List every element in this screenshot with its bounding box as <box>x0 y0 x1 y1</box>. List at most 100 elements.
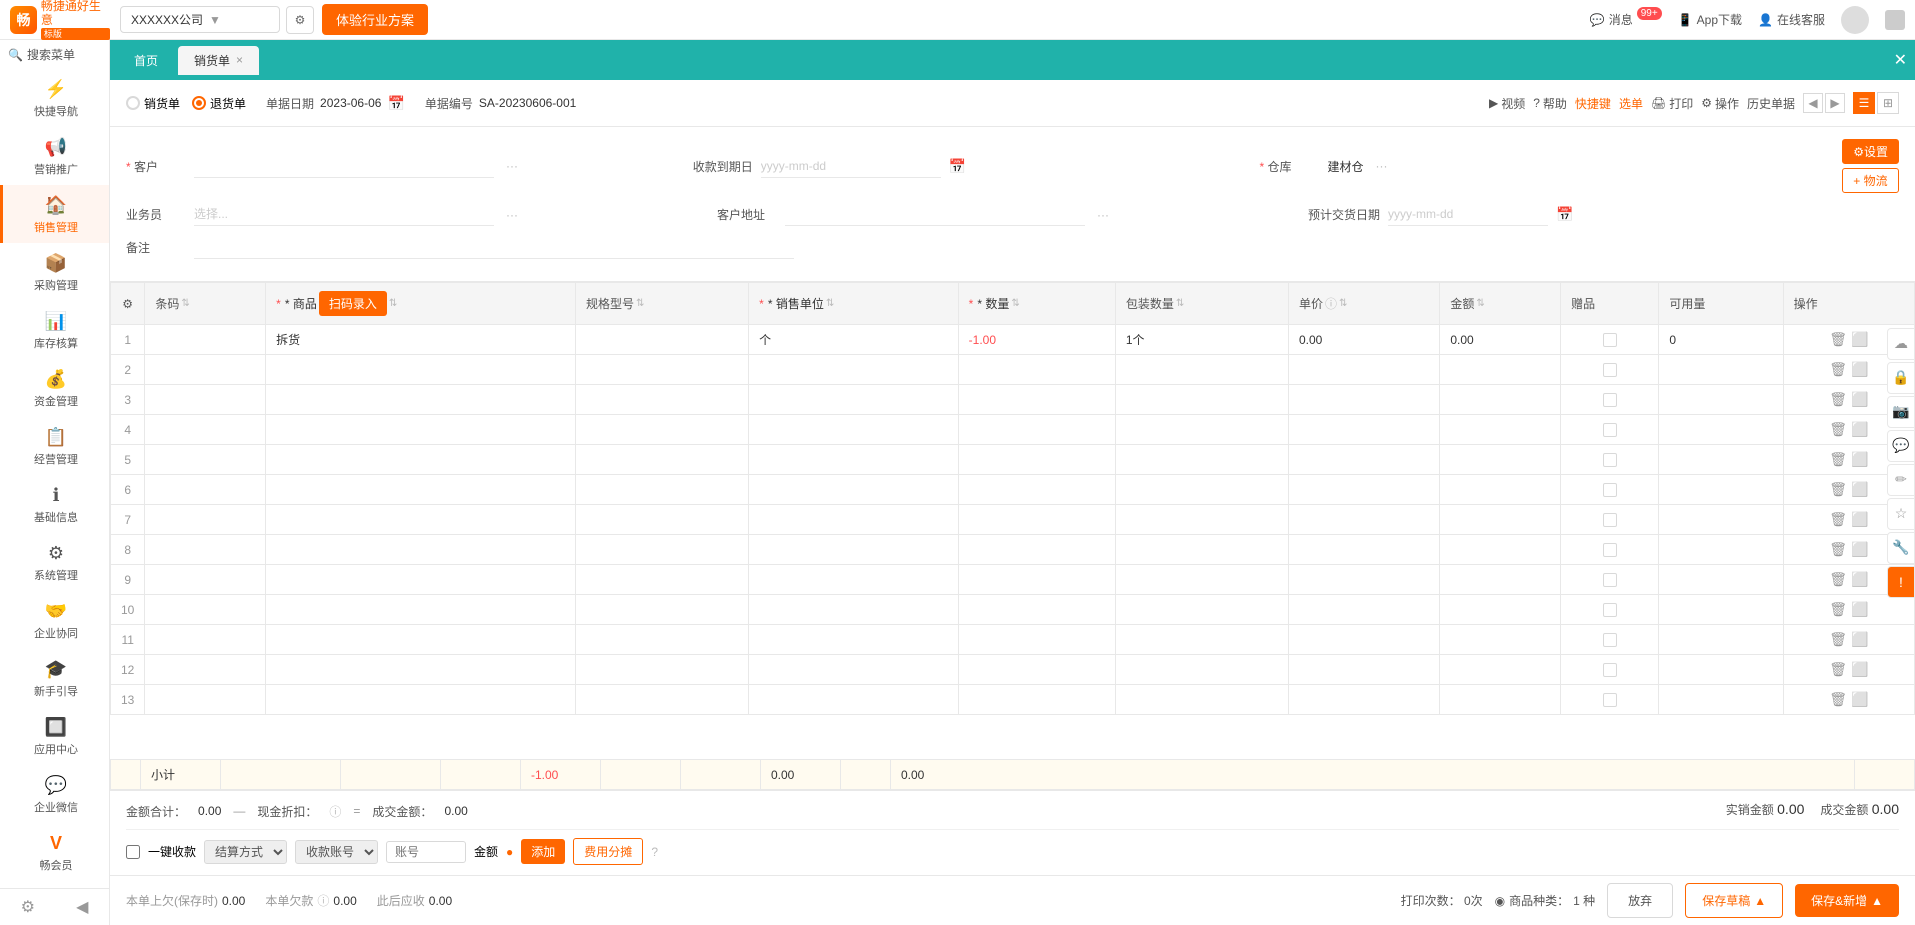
tab-close-icon[interactable]: × <box>236 53 243 67</box>
sidebar-item-guide[interactable]: 🎓 新手引导 <box>0 649 109 707</box>
copy-icon-12[interactable]: ⬜ <box>1851 691 1868 708</box>
spec-cell-12[interactable] <box>576 685 749 715</box>
right-tool-star[interactable]: ☆ <box>1887 498 1915 530</box>
product-cell-4[interactable] <box>266 445 576 475</box>
gift-cell-8[interactable] <box>1561 565 1659 595</box>
amount-cell-8[interactable] <box>1440 565 1561 595</box>
salesperson-dots[interactable]: ··· <box>506 208 518 222</box>
amount-cell-4[interactable] <box>1440 445 1561 475</box>
sidebar-item-apps[interactable]: 🔲 应用中心 <box>0 707 109 765</box>
spec-cell-8[interactable] <box>576 565 749 595</box>
next-arrow[interactable]: ▶ <box>1825 93 1845 113</box>
table-wrapper[interactable]: ⚙ 条码 ⇅ * * 商 <box>110 282 1915 759</box>
product-cell-10[interactable] <box>266 625 576 655</box>
save-new-button[interactable]: 保存&新增 ▲ <box>1795 884 1899 917</box>
barcode-cell-9[interactable] <box>145 595 266 625</box>
delete-icon-8[interactable]: 🗑 <box>1829 571 1847 588</box>
message-button[interactable]: 💬 消息 99+ <box>1590 11 1662 28</box>
qty-cell-9[interactable] <box>958 595 1115 625</box>
sidebar-collapse-btn[interactable]: ◀ <box>76 897 88 917</box>
account-number-input[interactable] <box>386 841 466 863</box>
right-tool-chat[interactable]: 💬 <box>1887 430 1915 462</box>
price-cell-2[interactable] <box>1288 385 1439 415</box>
amount-cell-0[interactable]: 0.00 <box>1440 325 1561 355</box>
barcode-cell-8[interactable] <box>145 565 266 595</box>
unit-cell-11[interactable] <box>749 655 959 685</box>
col-settings[interactable]: ⚙ <box>111 283 145 325</box>
spec-cell-0[interactable] <box>576 325 749 355</box>
tab-home[interactable]: 首页 <box>118 46 174 75</box>
gift-cell-10[interactable] <box>1561 625 1659 655</box>
delete-icon-4[interactable]: 🗑 <box>1829 451 1847 468</box>
copy-icon-8[interactable]: ⬜ <box>1851 571 1868 588</box>
spec-cell-10[interactable] <box>576 625 749 655</box>
barcode-cell-3[interactable] <box>145 415 266 445</box>
unit-cell-9[interactable] <box>749 595 959 625</box>
spec-cell-3[interactable] <box>576 415 749 445</box>
sales-order-radio[interactable]: 销货单 <box>126 95 180 112</box>
pkgqty-cell-6[interactable] <box>1115 505 1288 535</box>
gift-cell-2[interactable] <box>1561 385 1659 415</box>
save-draft-button[interactable]: 保存草稿 ▲ <box>1685 883 1783 918</box>
qty-cell-6[interactable] <box>958 505 1115 535</box>
copy-icon-9[interactable]: ⬜ <box>1851 601 1868 618</box>
unit-cell-5[interactable] <box>749 475 959 505</box>
pkgqty-cell-8[interactable] <box>1115 565 1288 595</box>
settings-icon[interactable]: ⚙ <box>286 6 314 34</box>
amount-cell-2[interactable] <box>1440 385 1561 415</box>
qty-cell-12[interactable] <box>958 685 1115 715</box>
product-cell-2[interactable] <box>266 385 576 415</box>
delete-icon-5[interactable]: 🗑 <box>1829 481 1847 498</box>
copy-icon-7[interactable]: ⬜ <box>1851 541 1868 558</box>
pkgqty-cell-10[interactable] <box>1115 625 1288 655</box>
barcode-cell-0[interactable] <box>145 325 266 355</box>
unit-cell-8[interactable] <box>749 565 959 595</box>
sidebar-item-quick-nav[interactable]: ⚡ 快捷导航 <box>0 69 109 127</box>
one-click-payment-checkbox[interactable] <box>126 845 140 859</box>
price-cell-5[interactable] <box>1288 475 1439 505</box>
unit-cell-10[interactable] <box>749 625 959 655</box>
product-cell-12[interactable] <box>266 685 576 715</box>
gift-cell-4[interactable] <box>1561 445 1659 475</box>
expense-info-icon[interactable]: ? <box>651 845 658 859</box>
trial-button[interactable]: 体验行业方案 <box>322 4 428 35</box>
delete-icon-12[interactable]: 🗑 <box>1829 691 1847 708</box>
copy-icon-1[interactable]: ⬜ <box>1851 361 1868 378</box>
unit-cell-12[interactable] <box>749 685 959 715</box>
spec-cell-9[interactable] <box>576 595 749 625</box>
price-cell-4[interactable] <box>1288 445 1439 475</box>
pkgqty-cell-5[interactable] <box>1115 475 1288 505</box>
sidebar-item-marketing[interactable]: 📢 营销推广 <box>0 127 109 185</box>
delete-icon-1[interactable]: 🗑 <box>1829 361 1847 378</box>
product-cell-1[interactable] <box>266 355 576 385</box>
qty-cell-10[interactable] <box>958 625 1115 655</box>
delete-icon-10[interactable]: 🗑 <box>1829 631 1847 648</box>
price-cell-1[interactable] <box>1288 355 1439 385</box>
qty-cell-1[interactable] <box>958 355 1115 385</box>
amount-cell-6[interactable] <box>1440 505 1561 535</box>
sidebar-item-finance[interactable]: 💰 资金管理 <box>0 359 109 417</box>
qty-cell-7[interactable] <box>958 535 1115 565</box>
pkgqty-cell-3[interactable] <box>1115 415 1288 445</box>
sidebar-item-wechat[interactable]: 💬 企业微信 <box>0 765 109 823</box>
barcode-cell-7[interactable] <box>145 535 266 565</box>
gift-cell-7[interactable] <box>1561 535 1659 565</box>
scan-button[interactable]: 扫码录入 <box>319 291 387 316</box>
barcode-cell-11[interactable] <box>145 655 266 685</box>
gift-cell-0[interactable] <box>1561 325 1659 355</box>
video-btn[interactable]: ▶ 视频 <box>1489 95 1525 112</box>
amount-cell-3[interactable] <box>1440 415 1561 445</box>
delete-icon-7[interactable]: 🗑 <box>1829 541 1847 558</box>
price-cell-3[interactable] <box>1288 415 1439 445</box>
sidebar-item-system[interactable]: ⚙ 系统管理 <box>0 533 109 591</box>
price-cell-9[interactable] <box>1288 595 1439 625</box>
operation-btn[interactable]: ⚙ 操作 <box>1701 95 1739 112</box>
gift-cell-3[interactable] <box>1561 415 1659 445</box>
delivery-calendar-icon[interactable]: 📅 <box>1556 206 1573 223</box>
warehouse-dots[interactable]: ··· <box>1376 159 1388 173</box>
pkgqty-cell-7[interactable] <box>1115 535 1288 565</box>
copy-icon-3[interactable]: ⬜ <box>1851 421 1868 438</box>
sidebar-item-inventory[interactable]: 📊 库存核算 <box>0 301 109 359</box>
copy-icon-4[interactable]: ⬜ <box>1851 451 1868 468</box>
price-sort-icon[interactable]: ⇅ <box>1339 298 1347 309</box>
